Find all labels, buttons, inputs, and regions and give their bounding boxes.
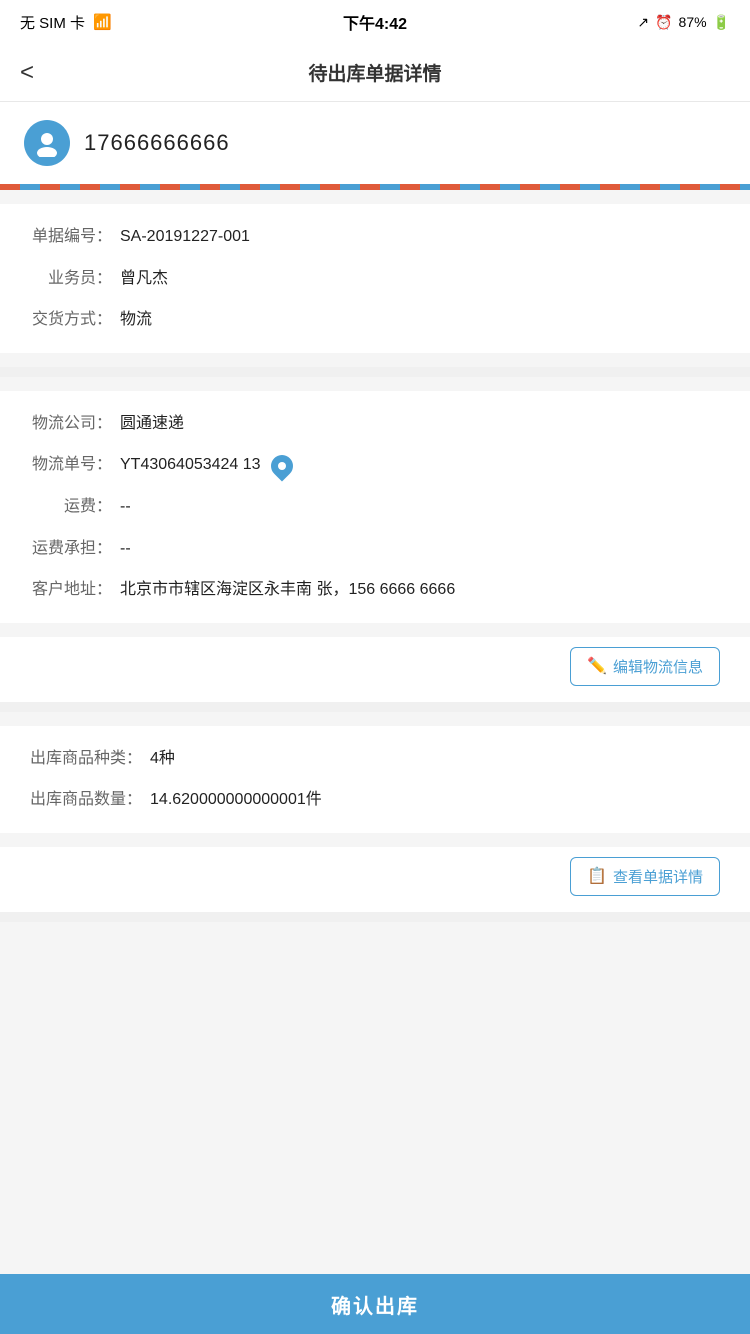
status-bar: 无 SIM 卡 📶 下午4:42 ↗ ⏰ 87% 🔋	[0, 0, 750, 44]
status-time: 下午4:42	[343, 10, 407, 34]
basic-info-section: 单据编号： SA-20191227-001 业务员： 曾凡杰 交货方式： 物流	[0, 204, 750, 353]
section-separator-1	[0, 367, 750, 377]
nav-bar: < 待出库单据详情	[0, 44, 750, 102]
section-separator-3	[0, 912, 750, 922]
logistics-company-label: 物流公司：	[30, 411, 120, 437]
freight-row: 运费： --	[30, 494, 720, 520]
tracking-value-wrap: YT43064053424 13	[120, 452, 720, 478]
confirm-outbound-button[interactable]: 确认出库	[0, 1274, 750, 1334]
avatar	[24, 120, 70, 166]
customer-phone: 17666666666	[84, 130, 230, 156]
location-pin-icon[interactable]	[271, 454, 293, 476]
goods-info-section: 出库商品种类： 4种 出库商品数量： 14.620000000000001件	[0, 726, 750, 833]
order-no-value: SA-20191227-001	[120, 224, 720, 250]
freight-value: --	[120, 494, 720, 520]
order-no-label: 单据编号：	[30, 224, 120, 250]
back-button[interactable]: <	[20, 61, 34, 85]
edit-logistics-button[interactable]: ✏️ 编辑物流信息	[570, 647, 720, 686]
delivery-label: 交货方式：	[30, 307, 120, 333]
goods-quantity-value: 14.620000000000001件	[150, 787, 720, 813]
view-detail-btn-row: 📋 查看单据详情	[0, 847, 750, 912]
document-icon: 📋	[587, 866, 607, 886]
view-detail-label: 查看单据详情	[613, 866, 703, 887]
edit-logistics-btn-row: ✏️ 编辑物流信息	[0, 637, 750, 702]
address-row: 客户地址： 北京市市辖区海淀区永丰南 张，156 6666 6666	[30, 577, 720, 603]
dashed-divider	[0, 184, 750, 190]
freight-bearer-row: 运费承担： --	[30, 536, 720, 562]
delivery-row: 交货方式： 物流	[30, 307, 720, 333]
salesman-value: 曾凡杰	[120, 266, 720, 292]
address-value: 北京市市辖区海淀区永丰南 张，156 6666 6666	[120, 577, 720, 603]
freight-label: 运费：	[30, 494, 120, 520]
logistics-info-section: 物流公司： 圆通速递 物流单号： YT43064053424 13 运费： --…	[0, 391, 750, 623]
freight-bearer-label: 运费承担：	[30, 536, 120, 562]
tracking-row: 物流单号： YT43064053424 13	[30, 452, 720, 478]
order-no-row: 单据编号： SA-20191227-001	[30, 224, 720, 250]
goods-types-label: 出库商品种类：	[30, 746, 150, 772]
logistics-company-value: 圆通速递	[120, 411, 720, 437]
battery-text: 87%	[679, 14, 707, 30]
location-icon: ↗	[637, 14, 649, 31]
customer-header: 17666666666	[0, 102, 750, 184]
tracking-number: YT43064053424 13	[120, 452, 261, 478]
edit-icon: ✏️	[587, 656, 607, 676]
bottom-spacer	[0, 922, 750, 1002]
goods-types-row: 出库商品种类： 4种	[30, 746, 720, 772]
alarm-icon: ⏰	[655, 14, 672, 31]
delivery-value: 物流	[120, 307, 720, 333]
view-detail-button[interactable]: 📋 查看单据详情	[570, 857, 720, 896]
wifi-icon: 📶	[93, 13, 112, 31]
battery-icon: 🔋	[713, 14, 730, 31]
salesman-row: 业务员： 曾凡杰	[30, 266, 720, 292]
confirm-btn-wrap: 确认出库	[0, 1274, 750, 1334]
status-left: 无 SIM 卡 📶	[20, 12, 112, 33]
edit-logistics-label: 编辑物流信息	[613, 656, 703, 677]
carrier-text: 无 SIM 卡	[20, 12, 85, 33]
goods-types-value: 4种	[150, 746, 720, 772]
section-separator-2	[0, 702, 750, 712]
goods-quantity-row: 出库商品数量： 14.620000000000001件	[30, 787, 720, 813]
address-label: 客户地址：	[30, 577, 120, 603]
goods-quantity-label: 出库商品数量：	[30, 787, 150, 813]
freight-bearer-value: --	[120, 536, 720, 562]
page-title: 待出库单据详情	[308, 59, 441, 86]
tracking-label: 物流单号：	[30, 452, 120, 478]
status-right: ↗ ⏰ 87% 🔋	[637, 14, 730, 31]
salesman-label: 业务员：	[30, 266, 120, 292]
logistics-company-row: 物流公司： 圆通速递	[30, 411, 720, 437]
